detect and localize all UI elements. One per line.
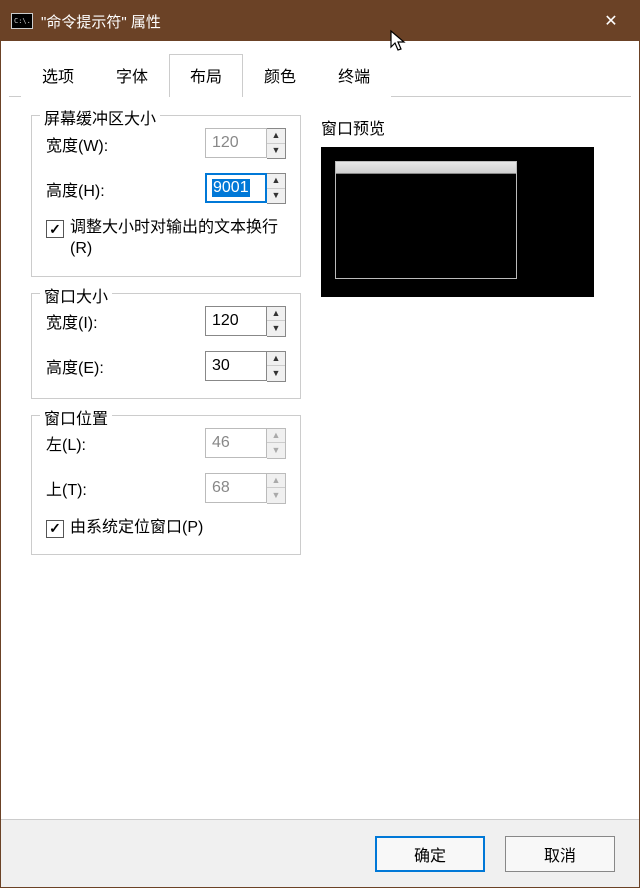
buffer-width-label: 宽度(W): [46, 132, 205, 156]
position-top-up: ▲ [267, 474, 285, 489]
window-position-title: 窗口位置 [40, 405, 112, 429]
auto-position-label: 由系统定位窗口(P) [70, 518, 203, 539]
buffer-height-down[interactable]: ▼ [267, 189, 285, 204]
window-height-down[interactable]: ▼ [267, 366, 285, 381]
buffer-height-up[interactable]: ▲ [267, 174, 285, 189]
buffer-width-up[interactable]: ▲ [267, 129, 285, 144]
buffer-size-title: 屏幕缓冲区大小 [40, 105, 160, 129]
preview-label: 窗口预览 [321, 115, 609, 139]
close-icon: ✕ [604, 11, 617, 31]
window-position-group: 窗口位置 左(L): ▲ ▼ 上 [31, 415, 301, 556]
cmd-icon: C:\. [11, 13, 33, 29]
close-button[interactable]: ✕ [583, 1, 639, 41]
buffer-width-down[interactable]: ▼ [267, 144, 285, 159]
tab-layout[interactable]: 布局 [169, 54, 243, 97]
titlebar: C:\. "命令提示符" 属性 ✕ [1, 1, 639, 41]
window-width-input[interactable] [205, 306, 267, 336]
buffer-height-label: 高度(H): [46, 177, 205, 201]
buffer-size-group: 屏幕缓冲区大小 宽度(W): ▲ ▼ [31, 115, 301, 277]
window-width-up[interactable]: ▲ [267, 307, 285, 322]
tab-font[interactable]: 字体 [95, 54, 169, 97]
tab-options[interactable]: 选项 [21, 54, 95, 97]
position-left-label: 左(L): [46, 431, 205, 455]
tab-terminal[interactable]: 终端 [317, 54, 391, 97]
layout-panel: 屏幕缓冲区大小 宽度(W): ▲ ▼ [9, 97, 631, 819]
buffer-width-input[interactable] [205, 128, 267, 158]
dialog-content: 选项 字体 布局 颜色 终端 屏幕缓冲区大小 宽度(W): ▲ [1, 41, 639, 819]
position-left-up: ▲ [267, 429, 285, 444]
tab-color[interactable]: 颜色 [243, 54, 317, 97]
window-height-input[interactable] [205, 351, 267, 381]
window-width-label: 宽度(I): [46, 309, 205, 333]
window-height-up[interactable]: ▲ [267, 352, 285, 367]
position-top-label: 上(T): [46, 476, 205, 500]
position-top-down: ▼ [267, 488, 285, 503]
position-top-input[interactable] [205, 473, 267, 503]
window-height-label: 高度(E): [46, 354, 205, 378]
preview-window-frame [335, 161, 517, 279]
ok-button[interactable]: 确定 [375, 836, 485, 872]
wrap-text-checkbox[interactable] [46, 220, 64, 238]
preview-window-titlebar [336, 162, 516, 174]
properties-dialog: C:\. "命令提示符" 属性 ✕ 选项 字体 布局 颜色 终端 屏幕缓冲区大小… [0, 0, 640, 888]
window-preview [321, 147, 594, 297]
cancel-button[interactable]: 取消 [505, 836, 615, 872]
window-size-title: 窗口大小 [40, 283, 112, 307]
window-size-group: 窗口大小 宽度(I): ▲ ▼ [31, 293, 301, 399]
position-left-input[interactable] [205, 428, 267, 458]
wrap-text-label: 调整大小时对输出的文本换行(R) [70, 218, 286, 260]
window-width-down[interactable]: ▼ [267, 321, 285, 336]
tab-strip: 选项 字体 布局 颜色 终端 [9, 53, 631, 97]
dialog-footer: 确定 取消 [1, 819, 639, 887]
window-title: "命令提示符" 属性 [41, 11, 583, 32]
auto-position-checkbox[interactable] [46, 520, 64, 538]
position-left-down: ▼ [267, 443, 285, 458]
